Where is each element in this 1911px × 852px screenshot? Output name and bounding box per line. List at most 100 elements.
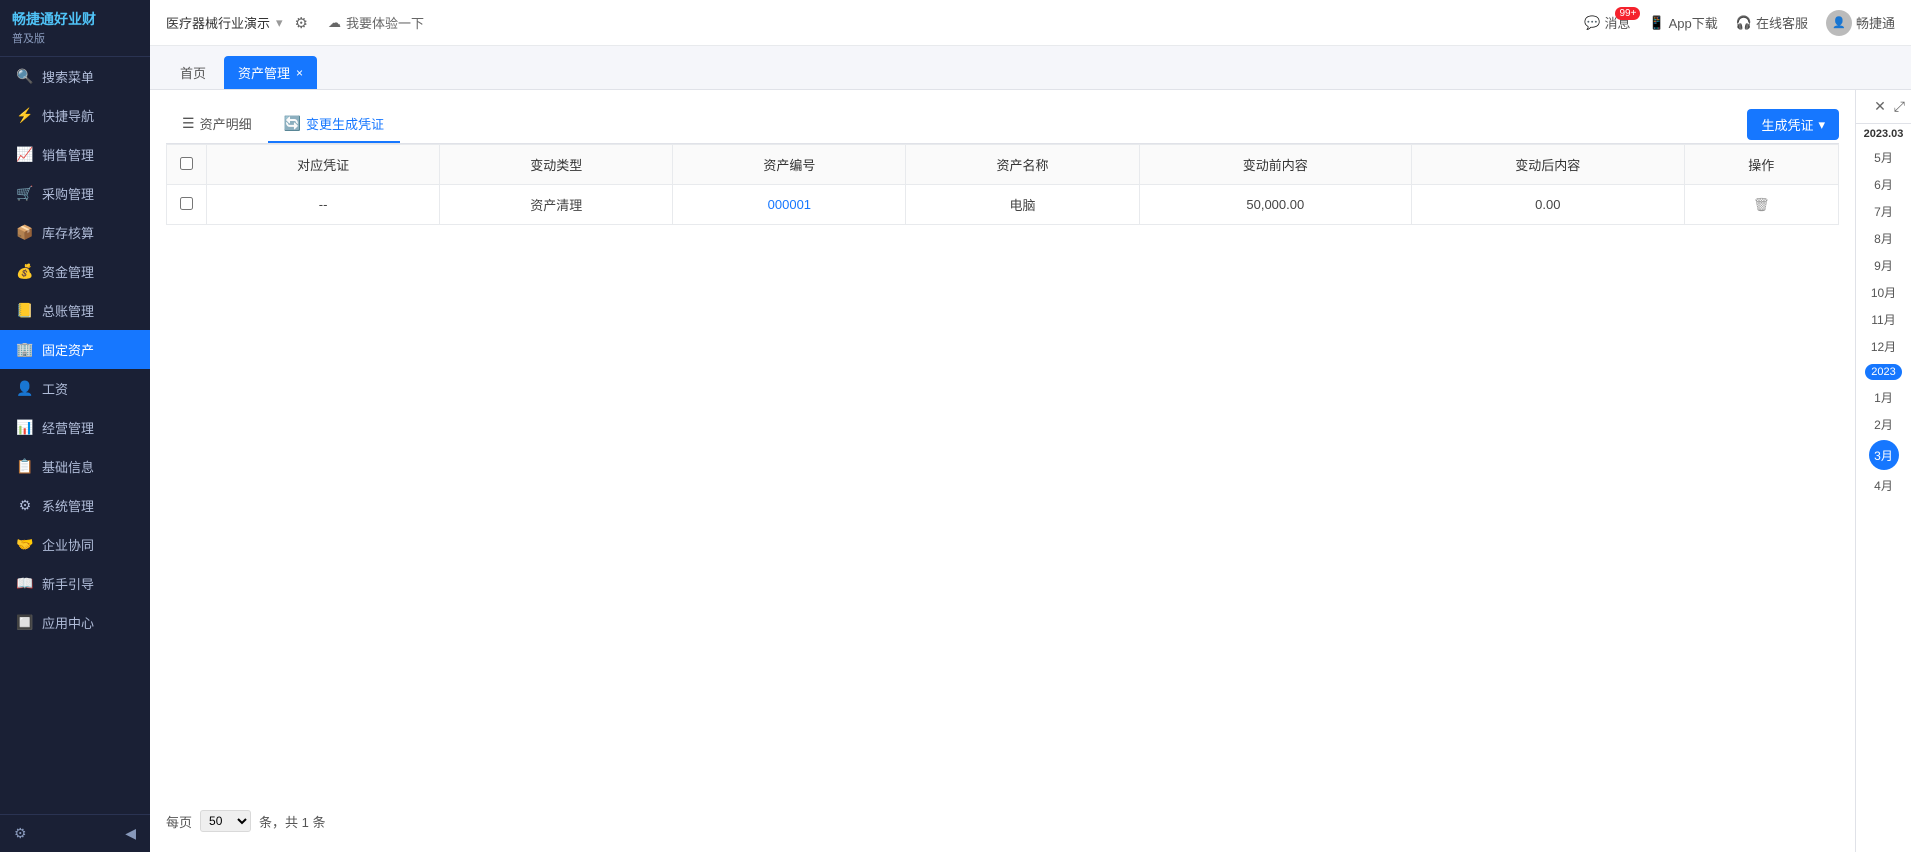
month-item[interactable]: 12月	[1856, 333, 1911, 360]
topbar: 医疗器械行业演示 ▾ ⚙ ☁ 我要体验一下 💬 消息 99+ 📱 App下载 🎧…	[150, 0, 1911, 46]
sidebar-item-enterprise[interactable]: 🤝企业协同	[0, 525, 150, 564]
user-profile[interactable]: 👤 畅捷通	[1826, 10, 1895, 36]
generate-voucher-button[interactable]: 生成凭证 ▾	[1747, 109, 1839, 140]
sidebar-item-label: 采购管理	[42, 184, 94, 203]
per-page-label: 每页	[166, 812, 192, 831]
month-item[interactable]: 5月	[1856, 144, 1911, 171]
sidebar-item-fixed-assets[interactable]: 🏢固定资产	[0, 330, 150, 369]
list-icon: ☰	[182, 115, 195, 132]
sidebar-item-label: 快捷导航	[42, 106, 94, 125]
search-icon: 🔍	[16, 68, 34, 85]
panel-year-label: 2023.03	[1864, 124, 1904, 144]
app-subtitle: 普及版	[12, 30, 138, 46]
sidebar-item-operations[interactable]: 📊经营管理	[0, 408, 150, 447]
avatar: 👤	[1826, 10, 1852, 36]
tabbar: 首页 资产管理 ×	[150, 46, 1911, 90]
month-item[interactable]: 8月	[1856, 225, 1911, 252]
sidebar-footer: ⚙ ◀	[0, 814, 150, 852]
sidebar-item-capital[interactable]: 💰资金管理	[0, 252, 150, 291]
tab-asset-management[interactable]: 资产管理 ×	[224, 56, 317, 89]
sub-tab2-label: 变更生成凭证	[306, 114, 384, 133]
sidebar-item-label: 工资	[42, 379, 68, 398]
month-item[interactable]: 3月	[1869, 440, 1899, 470]
content-main: ☰ 资产明细 🔄 变更生成凭证 生成凭证 ▾	[150, 90, 1855, 852]
sidebar-item-inventory[interactable]: 📦库存核算	[0, 213, 150, 252]
tab-active-label: 资产管理	[238, 63, 290, 82]
sub-tab-asset-detail[interactable]: ☰ 资产明细	[166, 106, 268, 143]
col-asset-no: 资产编号	[673, 145, 906, 185]
month-item[interactable]: 9月	[1856, 252, 1911, 279]
close-panel-icon[interactable]: ✕	[1872, 96, 1888, 117]
sidebar-item-search[interactable]: 🔍搜索菜单	[0, 57, 150, 96]
delete-icon[interactable]: 🗑	[1753, 197, 1770, 212]
sidebar-item-purchase[interactable]: 🛒采购管理	[0, 174, 150, 213]
col-voucher: 对应凭证	[207, 145, 440, 185]
row-after: 0.00	[1412, 185, 1684, 225]
col-asset-name: 资产名称	[906, 145, 1139, 185]
sidebar: 畅捷通好业财 普及版 🔍搜索菜单 ⚡ 快捷导航 📈 销售管理 🛒采购管理📦库存核算💰资金管…	[0, 0, 150, 852]
month-item[interactable]: 11月	[1856, 306, 1911, 333]
col-before: 变动前内容	[1139, 145, 1411, 185]
tab-home[interactable]: 首页	[166, 56, 220, 89]
sub-tabs: ☰ 资产明细 🔄 变更生成凭证 生成凭证 ▾	[166, 106, 1839, 144]
sidebar-item-base-info[interactable]: 📋基础信息	[0, 447, 150, 486]
sidebar-item-label: 销售管理	[42, 145, 94, 164]
per-page-select[interactable]: 50 100	[200, 810, 251, 832]
sidebar-item-system[interactable]: ⚙系统管理	[0, 486, 150, 525]
sales-icon: 📈	[16, 146, 34, 163]
sidebar-item-guide[interactable]: 📖新手引导	[0, 564, 150, 603]
tab-home-label: 首页	[180, 63, 206, 82]
customer-service-btn[interactable]: 🎧 在线客服	[1736, 13, 1808, 32]
sidebar-item-label: 资金管理	[42, 262, 94, 281]
sidebar-logo: 畅捷通好业财 普及版	[0, 0, 150, 57]
table-wrapper: 对应凭证 变动类型 资产编号 资产名称 变动前内容 变动后内容 操作 --	[166, 144, 1839, 800]
sidebar-item-label: 固定资产	[42, 340, 94, 359]
month-item[interactable]: 6月	[1856, 171, 1911, 198]
sidebar-item-label: 新手引导	[42, 574, 94, 593]
expand-panel-icon[interactable]: ⤢	[1892, 96, 1907, 117]
col-action: 操作	[1684, 145, 1838, 185]
sidebar-item-payroll[interactable]: 👤工资	[0, 369, 150, 408]
app-download-btn[interactable]: 📱 App下载	[1648, 13, 1717, 32]
sidebar-item-sales[interactable]: 📈 销售管理	[0, 135, 150, 174]
month-item[interactable]: 10月	[1856, 279, 1911, 306]
app-center-icon: 🔲	[16, 614, 34, 631]
month-item[interactable]: 2月	[1856, 411, 1911, 438]
messages-btn[interactable]: 💬 消息 99+	[1584, 13, 1630, 32]
sub-tab-change-voucher[interactable]: 🔄 变更生成凭证	[268, 106, 400, 143]
month-item[interactable]: 1月	[1856, 384, 1911, 411]
month-item[interactable]: 7月	[1856, 198, 1911, 225]
sidebar-item-label: 经营管理	[42, 418, 94, 437]
ledger-icon: 📒	[16, 302, 34, 319]
settings-icon[interactable]: ⚙	[295, 14, 308, 32]
inventory-icon: 📦	[16, 224, 34, 241]
year-badge[interactable]: 2023	[1865, 364, 1901, 380]
row-checkbox	[167, 185, 207, 225]
table-row: -- 资产清理 000001 电脑 50,000.00 0.00 🗑	[167, 185, 1839, 225]
table-body: -- 资产清理 000001 电脑 50,000.00 0.00 🗑	[167, 185, 1839, 225]
row-before: 50,000.00	[1139, 185, 1411, 225]
sidebar-item-app-center[interactable]: 🔲 应用中心	[0, 603, 150, 642]
company-selector[interactable]: 医疗器械行业演示 ▾	[166, 13, 283, 32]
row-change-type: 资产清理	[440, 185, 673, 225]
right-panel: ✕ ⤢ 2023.035月6月7月8月9月10月11月12月 2023 1月2月3月…	[1855, 90, 1911, 852]
sidebar-item-ledger[interactable]: 📒总账管理	[0, 291, 150, 330]
sidebar-item-quick-nav[interactable]: ⚡ 快捷导航	[0, 96, 150, 135]
month-item[interactable]: 4月	[1856, 472, 1911, 499]
sidebar-item-label: 企业协同	[42, 535, 94, 554]
sidebar-nav: 🔍搜索菜单 ⚡ 快捷导航 📈 销售管理 🛒采购管理📦库存核算💰资金管理📒总账管理🏢固定资产…	[0, 57, 150, 814]
select-all-checkbox[interactable]	[180, 157, 193, 170]
col-after: 变动后内容	[1412, 145, 1684, 185]
headset-icon: 🎧	[1736, 15, 1752, 31]
row-select-checkbox[interactable]	[180, 197, 193, 210]
col-change-type: 变动类型	[440, 145, 673, 185]
tab-close-icon[interactable]: ×	[296, 66, 303, 80]
data-table: 对应凭证 变动类型 资产编号 资产名称 变动前内容 变动后内容 操作 --	[166, 144, 1839, 225]
collapse-icon[interactable]: ◀	[125, 825, 136, 842]
experience-btn[interactable]: ☁ 我要体验一下	[328, 13, 424, 32]
customer-service-label: 在线客服	[1756, 13, 1808, 32]
quick-nav-icon: ⚡	[16, 107, 34, 124]
sidebar-item-label: 应用中心	[42, 613, 94, 632]
settings-icon[interactable]: ⚙	[14, 825, 27, 842]
sidebar-item-label: 基础信息	[42, 457, 94, 476]
